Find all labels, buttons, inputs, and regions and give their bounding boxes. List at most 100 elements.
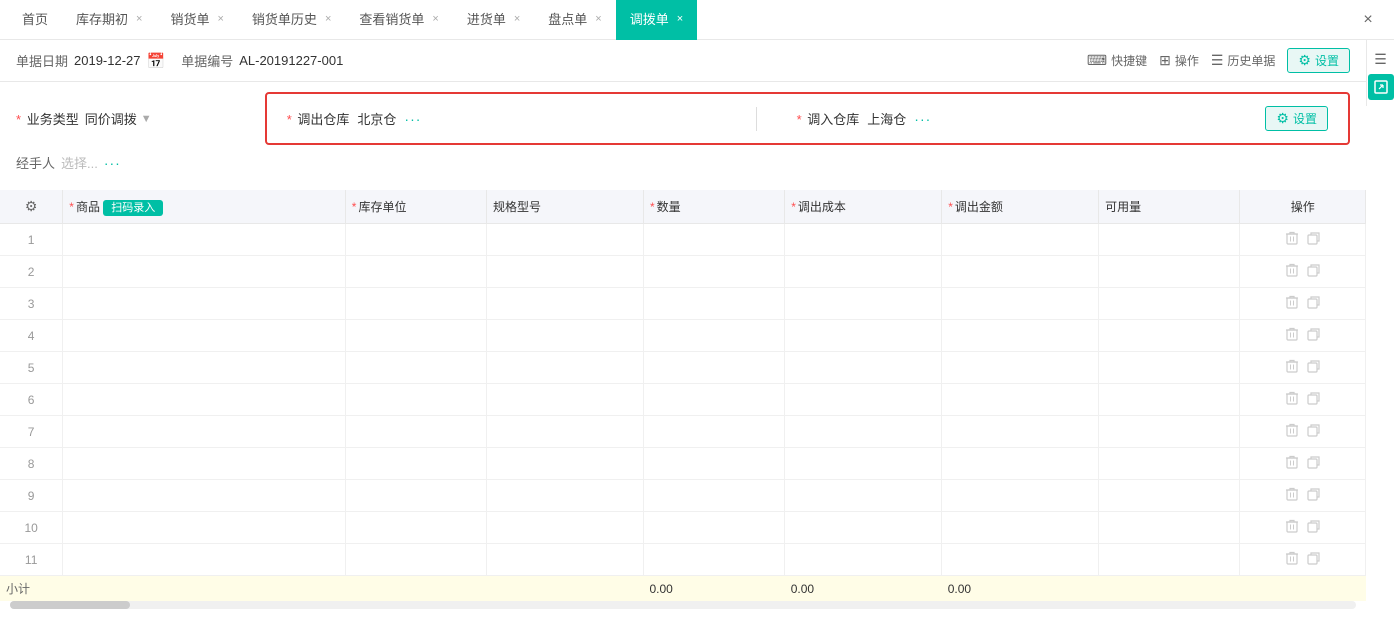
row-available-11[interactable]: [1099, 544, 1240, 576]
copy-icon-7[interactable]: [1307, 424, 1321, 440]
th-gear[interactable]: ⚙: [0, 190, 63, 224]
row-cost-11[interactable]: [785, 544, 942, 576]
row-qty-3[interactable]: [644, 288, 785, 320]
row-unit-6[interactable]: [345, 384, 486, 416]
row-cost-10[interactable]: [785, 512, 942, 544]
row-amount-3[interactable]: [942, 288, 1099, 320]
row-amount-11[interactable]: [942, 544, 1099, 576]
row-spec-4[interactable]: [487, 320, 644, 352]
row-unit-1[interactable]: [345, 224, 486, 256]
tab-home[interactable]: 首页: [8, 0, 62, 40]
row-spec-11[interactable]: [487, 544, 644, 576]
copy-icon-8[interactable]: [1307, 456, 1321, 472]
tab-inventory-init[interactable]: 库存期初 ×: [62, 0, 156, 40]
scan-button[interactable]: 扫码录入: [103, 200, 163, 216]
delete-icon-1[interactable]: [1285, 232, 1303, 248]
tab-view-sales-close[interactable]: ×: [432, 13, 438, 25]
row-available-9[interactable]: [1099, 480, 1240, 512]
shortcut-button[interactable]: ⌨ 快捷键: [1087, 52, 1147, 69]
window-close-button[interactable]: ×: [1350, 0, 1386, 40]
row-product-10[interactable]: [63, 512, 346, 544]
row-available-8[interactable]: [1099, 448, 1240, 480]
row-cost-7[interactable]: [785, 416, 942, 448]
row-qty-10[interactable]: [644, 512, 785, 544]
row-qty-7[interactable]: [644, 416, 785, 448]
row-available-3[interactable]: [1099, 288, 1240, 320]
row-unit-2[interactable]: [345, 256, 486, 288]
row-product-4[interactable]: [63, 320, 346, 352]
horizontal-scrollbar[interactable]: [10, 601, 1356, 609]
copy-icon-5[interactable]: [1307, 360, 1321, 376]
row-amount-7[interactable]: [942, 416, 1099, 448]
row-amount-8[interactable]: [942, 448, 1099, 480]
wh-settings-button[interactable]: ⚙ 设置: [1265, 106, 1328, 131]
row-spec-9[interactable]: [487, 480, 644, 512]
copy-icon-1[interactable]: [1307, 232, 1321, 248]
delete-icon-8[interactable]: [1285, 456, 1303, 472]
row-available-1[interactable]: [1099, 224, 1240, 256]
tab-sales-order-close[interactable]: ×: [217, 13, 223, 25]
row-product-6[interactable]: [63, 384, 346, 416]
history-button[interactable]: ☰ 历史单据: [1211, 52, 1276, 69]
tab-view-sales[interactable]: 查看销货单 ×: [345, 0, 452, 40]
row-amount-4[interactable]: [942, 320, 1099, 352]
row-product-11[interactable]: [63, 544, 346, 576]
row-amount-10[interactable]: [942, 512, 1099, 544]
out-warehouse-more-icon[interactable]: ···: [404, 111, 421, 127]
biz-type-dropdown-icon[interactable]: ▼: [141, 113, 152, 125]
row-product-7[interactable]: [63, 416, 346, 448]
row-unit-8[interactable]: [345, 448, 486, 480]
row-available-10[interactable]: [1099, 512, 1240, 544]
row-available-2[interactable]: [1099, 256, 1240, 288]
delete-icon-4[interactable]: [1285, 328, 1303, 344]
row-available-6[interactable]: [1099, 384, 1240, 416]
row-unit-9[interactable]: [345, 480, 486, 512]
tab-stocktake-close[interactable]: ×: [595, 13, 601, 25]
row-available-7[interactable]: [1099, 416, 1240, 448]
tab-sales-order[interactable]: 销货单 ×: [156, 0, 237, 40]
sidebar-list-icon[interactable]: ☰: [1368, 46, 1394, 72]
copy-icon-11[interactable]: [1307, 552, 1321, 568]
row-amount-5[interactable]: [942, 352, 1099, 384]
row-spec-2[interactable]: [487, 256, 644, 288]
delete-icon-11[interactable]: [1285, 552, 1303, 568]
row-amount-9[interactable]: [942, 480, 1099, 512]
row-product-1[interactable]: [63, 224, 346, 256]
delete-icon-7[interactable]: [1285, 424, 1303, 440]
row-spec-7[interactable]: [487, 416, 644, 448]
copy-icon-2[interactable]: [1307, 264, 1321, 280]
sidebar-external-icon[interactable]: [1368, 74, 1394, 100]
row-unit-3[interactable]: [345, 288, 486, 320]
in-warehouse-more-icon[interactable]: ···: [914, 111, 931, 127]
row-spec-10[interactable]: [487, 512, 644, 544]
row-cost-2[interactable]: [785, 256, 942, 288]
row-cost-3[interactable]: [785, 288, 942, 320]
operations-button[interactable]: ⊞ 操作: [1159, 52, 1199, 69]
row-qty-9[interactable]: [644, 480, 785, 512]
handler-value[interactable]: 选择...: [61, 153, 98, 172]
row-spec-6[interactable]: [487, 384, 644, 416]
copy-icon-6[interactable]: [1307, 392, 1321, 408]
row-qty-8[interactable]: [644, 448, 785, 480]
tab-stocktake[interactable]: 盘点单 ×: [534, 0, 615, 40]
settings-button[interactable]: ⚙ 设置: [1287, 48, 1350, 73]
gear-icon[interactable]: ⚙: [25, 198, 38, 214]
row-product-5[interactable]: [63, 352, 346, 384]
row-product-2[interactable]: [63, 256, 346, 288]
handler-more-icon[interactable]: ···: [104, 155, 121, 171]
delete-icon-3[interactable]: [1285, 296, 1303, 312]
row-unit-11[interactable]: [345, 544, 486, 576]
tab-transfer-close[interactable]: ×: [677, 13, 683, 25]
copy-icon-9[interactable]: [1307, 488, 1321, 504]
delete-icon-9[interactable]: [1285, 488, 1303, 504]
row-spec-5[interactable]: [487, 352, 644, 384]
row-qty-1[interactable]: [644, 224, 785, 256]
row-unit-10[interactable]: [345, 512, 486, 544]
delete-icon-10[interactable]: [1285, 520, 1303, 536]
row-qty-11[interactable]: [644, 544, 785, 576]
row-qty-2[interactable]: [644, 256, 785, 288]
copy-icon-3[interactable]: [1307, 296, 1321, 312]
row-spec-8[interactable]: [487, 448, 644, 480]
row-cost-5[interactable]: [785, 352, 942, 384]
calendar-icon[interactable]: 📅: [147, 52, 166, 70]
